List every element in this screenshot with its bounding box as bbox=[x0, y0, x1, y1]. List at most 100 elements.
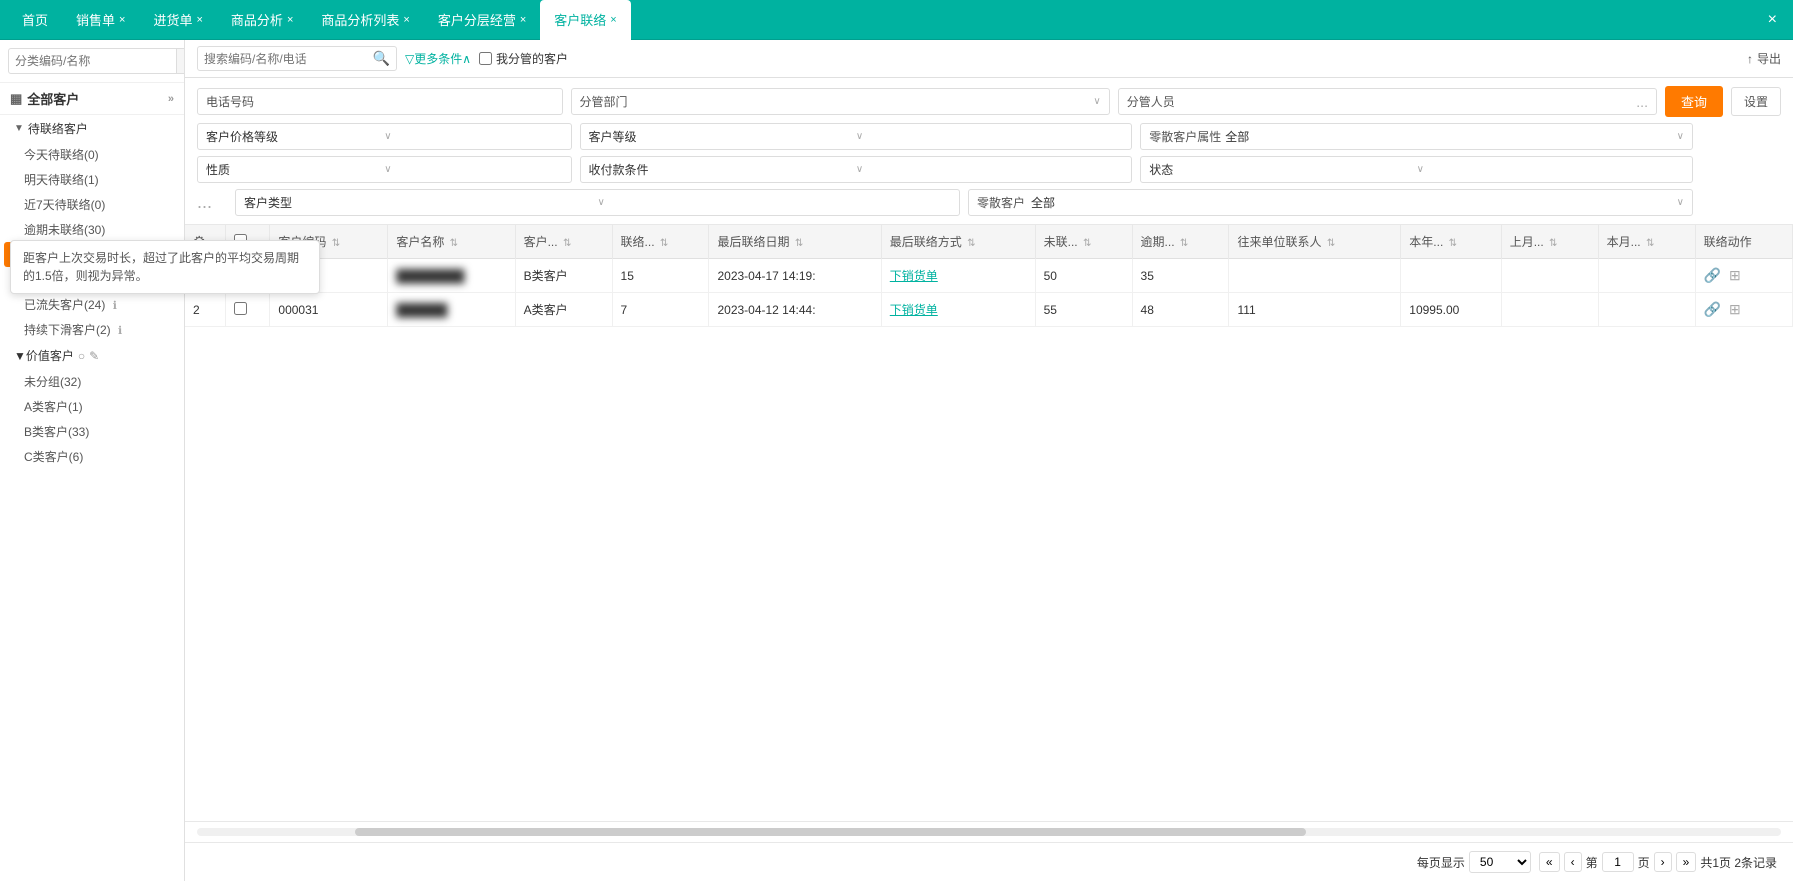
nav-customer-contact[interactable]: 客户联络 × bbox=[540, 0, 630, 40]
status-select[interactable]: 状态 ∨ bbox=[1140, 156, 1693, 183]
col-uncontacted[interactable]: 未联... ⇅ bbox=[1035, 225, 1132, 259]
nav-product-analysis-list[interactable]: 商品分析列表 × bbox=[307, 0, 423, 40]
retail-customer-field[interactable]: 零散客户 全部 ∨ bbox=[968, 189, 1693, 216]
page-number-input[interactable] bbox=[1602, 852, 1634, 872]
row2-last-method[interactable]: 下销货单 bbox=[881, 293, 1035, 327]
col-this-year[interactable]: 本年... ⇅ bbox=[1401, 225, 1501, 259]
export-button[interactable]: ↑ 导出 bbox=[1747, 50, 1781, 67]
manager-field[interactable]: 分管人员 ... bbox=[1118, 88, 1657, 115]
row2-company-contact: 111 bbox=[1229, 293, 1401, 327]
sort-icon-company: ⇅ bbox=[1327, 238, 1335, 249]
nav-customer-segment-close[interactable]: × bbox=[520, 14, 526, 26]
row2-method-link[interactable]: 下销货单 bbox=[890, 303, 938, 317]
edit-icon[interactable]: ○ bbox=[78, 349, 85, 363]
adv-row-2: 客户价格等级 ∨ 客户等级 ∨ 零散客户属性 全部 ∨ bbox=[197, 123, 1781, 150]
page-size-select[interactable]: 50 bbox=[1469, 851, 1531, 873]
sidebar-item-declining[interactable]: 持续下滑客户(2) ℹ bbox=[0, 317, 184, 342]
page-nav: « ‹ 第 页 › » 共1页 2条记录 bbox=[1539, 852, 1777, 872]
chevron-down-icon: ▼ bbox=[14, 123, 24, 134]
sidebar-item-unclassified[interactable]: 未分组(32) bbox=[0, 369, 184, 394]
sidebar-collapse-btn[interactable]: » bbox=[168, 93, 174, 105]
row2-select-checkbox[interactable] bbox=[234, 302, 247, 315]
row2-num: 2 bbox=[185, 293, 225, 327]
nav-home[interactable]: 首页 bbox=[8, 0, 62, 40]
col-contact-count[interactable]: 联络... ⇅ bbox=[612, 225, 709, 259]
retail-customer-arrow: ∨ bbox=[1677, 197, 1684, 208]
category-search-input[interactable] bbox=[8, 48, 177, 74]
horizontal-scrollbar[interactable] bbox=[185, 821, 1793, 842]
col-overdue[interactable]: 逾期... ⇅ bbox=[1132, 225, 1229, 259]
nav-customer-contact-close[interactable]: × bbox=[610, 14, 616, 26]
row2-grid-icon[interactable]: ⊞ bbox=[1729, 301, 1741, 318]
row1-name[interactable]: ████████ bbox=[388, 259, 515, 293]
row4-ellipsis[interactable]: ... bbox=[197, 192, 227, 213]
row1-last-method[interactable]: 下销货单 bbox=[881, 259, 1035, 293]
my-customer-checkbox[interactable] bbox=[479, 52, 492, 65]
row2-code: 000031 bbox=[270, 293, 388, 327]
sort-icon-type: ⇅ bbox=[563, 238, 571, 249]
customer-type-select[interactable]: 客户类型 ∨ bbox=[235, 189, 960, 216]
sidebar-item-c-class[interactable]: C类客户(6) bbox=[0, 444, 184, 469]
last-page-btn[interactable]: » bbox=[1676, 852, 1697, 872]
edit-pencil-icon[interactable]: ✎ bbox=[89, 349, 99, 363]
query-button[interactable]: 查询 bbox=[1665, 86, 1723, 117]
nav-purchase[interactable]: 进货单 × bbox=[139, 0, 216, 40]
nav-product-analysis-close[interactable]: × bbox=[287, 14, 293, 26]
sidebar-group-waiting[interactable]: ▼ 待联络客户 bbox=[0, 115, 184, 142]
sidebar-item-tomorrow-contact[interactable]: 明天待联络(1) bbox=[0, 167, 184, 192]
col-this-month[interactable]: 本月... ⇅ bbox=[1598, 225, 1695, 259]
customer-level-select[interactable]: 客户等级 ∨ bbox=[580, 123, 1133, 150]
gender-select[interactable]: 性质 ∨ bbox=[197, 156, 572, 183]
sort-icon-date: ⇅ bbox=[795, 238, 803, 249]
retail-attr-field[interactable]: 零散客户属性 全部 ∨ bbox=[1140, 123, 1693, 150]
retail-attr-arrow: ∨ bbox=[1677, 131, 1684, 142]
nav-product-list-close[interactable]: × bbox=[403, 14, 409, 26]
nav-sales[interactable]: 销售单 × bbox=[62, 0, 139, 40]
more-conditions-btn[interactable]: ▽ 更多条件 ∧ bbox=[405, 50, 471, 67]
row2-name[interactable]: ██████ bbox=[388, 293, 515, 327]
sort-icon: ⇅ bbox=[332, 238, 340, 249]
price-level-select[interactable]: 客户价格等级 ∨ bbox=[197, 123, 572, 150]
col-last-contact-date[interactable]: 最后联络日期 ⇅ bbox=[709, 225, 881, 259]
row2-type: A类客户 bbox=[515, 293, 612, 327]
payment-select[interactable]: 收付款条件 ∨ bbox=[580, 156, 1133, 183]
nav-product-analysis[interactable]: 商品分析 × bbox=[217, 0, 307, 40]
setting-button[interactable]: 设置 bbox=[1731, 87, 1781, 116]
prev-page-btn[interactable]: ‹ bbox=[1564, 852, 1582, 872]
sidebar-item-7day-contact[interactable]: 近7天待联络(0) bbox=[0, 192, 184, 217]
phone-field[interactable]: 电话号码 bbox=[197, 88, 563, 115]
scroll-thumb[interactable] bbox=[355, 828, 1305, 836]
row2-overdue: 48 bbox=[1132, 293, 1229, 327]
main-search-input[interactable] bbox=[204, 52, 373, 66]
col-customer-name[interactable]: 客户名称 ⇅ bbox=[388, 225, 515, 259]
first-page-btn[interactable]: « bbox=[1539, 852, 1560, 872]
nav-purchase-close[interactable]: × bbox=[196, 14, 202, 26]
window-close[interactable]: × bbox=[1760, 11, 1785, 29]
category-search-button[interactable]: 🔍 bbox=[177, 48, 185, 74]
col-company-contact[interactable]: 往来单位联系人 ⇅ bbox=[1229, 225, 1401, 259]
row2-uncontacted: 55 bbox=[1035, 293, 1132, 327]
col-customer-type[interactable]: 客户... ⇅ bbox=[515, 225, 612, 259]
all-customers-title[interactable]: ▦ 全部客户 » bbox=[0, 83, 184, 115]
tooltip-box: 距客户上次交易时长，超过了此客户的平均交易周期的1.5倍，则视为异常。 bbox=[10, 240, 185, 294]
sidebar-item-today-contact[interactable]: 今天待联络(0) bbox=[0, 142, 184, 167]
row1-this-month bbox=[1598, 259, 1695, 293]
row1-grid-icon[interactable]: ⊞ bbox=[1729, 267, 1741, 284]
sidebar-item-churned[interactable]: 已流失客户(24) ℹ bbox=[0, 292, 184, 317]
row1-link-icon[interactable]: 🔗 bbox=[1704, 267, 1721, 284]
sidebar-item-a-class[interactable]: A类客户(1) bbox=[0, 394, 184, 419]
row2-link-icon[interactable]: 🔗 bbox=[1704, 301, 1721, 318]
sidebar-item-overdue-contact[interactable]: 逾期未联络(30) bbox=[0, 217, 184, 242]
dept-field[interactable]: 分管部门 ∨ bbox=[571, 88, 1110, 115]
nav-sales-close[interactable]: × bbox=[119, 14, 125, 26]
ellipsis-icon-manager[interactable]: ... bbox=[1636, 94, 1648, 110]
my-customer-checkbox-wrap[interactable]: 我分管的客户 bbox=[479, 50, 568, 67]
main-search-icon[interactable]: 🔍 bbox=[373, 50, 390, 67]
col-last-month[interactable]: 上月... ⇅ bbox=[1501, 225, 1598, 259]
next-page-btn[interactable]: › bbox=[1654, 852, 1672, 872]
col-last-contact-method[interactable]: 最后联络方式 ⇅ bbox=[881, 225, 1035, 259]
nav-customer-segment[interactable]: 客户分层经营 × bbox=[424, 0, 540, 40]
row1-method-link[interactable]: 下销货单 bbox=[890, 269, 938, 283]
row2-last-month bbox=[1501, 293, 1598, 327]
sidebar-item-b-class[interactable]: B类客户(33) bbox=[0, 419, 184, 444]
